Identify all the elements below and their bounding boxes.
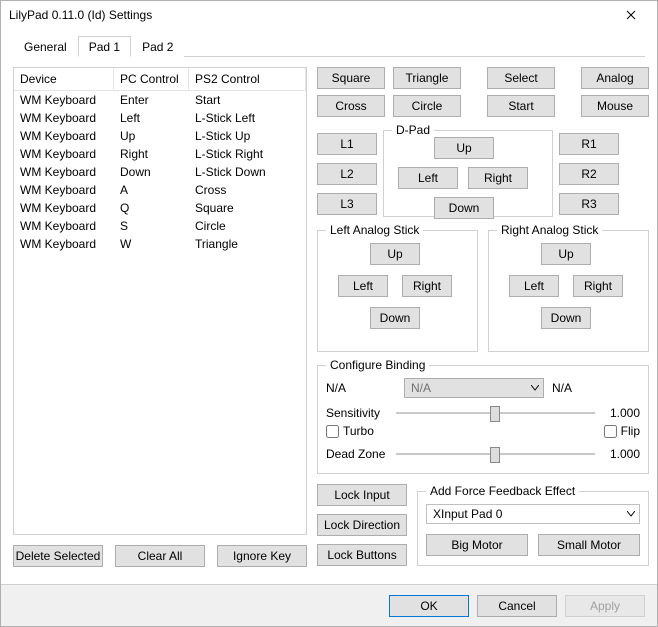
l3-button[interactable]: L3 <box>317 193 377 215</box>
dpad-left-button[interactable]: Left <box>398 167 458 189</box>
triangle-button[interactable]: Triangle <box>393 67 461 89</box>
circle-button[interactable]: Circle <box>393 95 461 117</box>
rstick-left-button[interactable]: Left <box>509 275 559 297</box>
table-row[interactable]: WM KeyboardDownL-Stick Down <box>14 163 306 181</box>
tab-pad2[interactable]: Pad 2 <box>131 36 184 57</box>
apply-button[interactable]: Apply <box>565 595 645 617</box>
ff-device-select[interactable]: XInput Pad 0 <box>426 504 640 524</box>
tab-general[interactable]: General <box>13 36 78 57</box>
binding-select[interactable]: N/A <box>404 378 544 398</box>
lstick-right-button[interactable]: Right <box>402 275 452 297</box>
table-row[interactable]: WM KeyboardWTriangle <box>14 235 306 253</box>
table-row[interactable]: WM KeyboardEnterStart <box>14 91 306 109</box>
table-row[interactable]: WM KeyboardSCircle <box>14 217 306 235</box>
tab-pad1[interactable]: Pad 1 <box>78 36 131 57</box>
turbo-checkbox[interactable]: Turbo <box>326 424 396 438</box>
left-stick-legend: Left Analog Stick <box>326 223 423 237</box>
ff-device-value: XInput Pad 0 <box>433 507 502 521</box>
deadzone-label: Dead Zone <box>326 447 396 461</box>
table-row[interactable]: WM KeyboardQSquare <box>14 199 306 217</box>
chevron-down-icon <box>531 385 539 391</box>
window-title: LilyPad 0.11.0 (Id) Settings <box>9 8 152 22</box>
cancel-button[interactable]: Cancel <box>477 595 557 617</box>
r2-button[interactable]: R2 <box>559 163 619 185</box>
right-stick-group: Right Analog Stick Up Left Right Down <box>488 223 649 352</box>
ignore-key-button[interactable]: Ignore Key <box>217 545 307 567</box>
titlebar: LilyPad 0.11.0 (Id) Settings <box>1 1 657 29</box>
close-button[interactable] <box>611 3 651 27</box>
rstick-right-button[interactable]: Right <box>573 275 623 297</box>
dpad-right-button[interactable]: Right <box>468 167 528 189</box>
table-row[interactable]: WM KeyboardUpL-Stick Up <box>14 127 306 145</box>
chevron-down-icon <box>627 511 635 517</box>
bindings-list[interactable]: Device PC Control PS2 Control WM Keyboar… <box>13 67 307 535</box>
dpad-down-button[interactable]: Down <box>434 197 494 219</box>
ok-button[interactable]: OK <box>389 595 469 617</box>
big-motor-button[interactable]: Big Motor <box>426 534 528 556</box>
dpad-legend: D-Pad <box>392 123 434 137</box>
table-row[interactable]: WM KeyboardLeftL-Stick Left <box>14 109 306 127</box>
cross-button[interactable]: Cross <box>317 95 385 117</box>
lock-input-button[interactable]: Lock Input <box>317 484 407 506</box>
col-ps2[interactable]: PS2 Control <box>189 68 306 90</box>
small-motor-button[interactable]: Small Motor <box>538 534 640 556</box>
col-pc[interactable]: PC Control <box>114 68 189 90</box>
tab-bar: General Pad 1 Pad 2 <box>13 35 645 57</box>
table-row[interactable]: WM KeyboardRightL-Stick Right <box>14 145 306 163</box>
lock-buttons-button[interactable]: Lock Buttons <box>317 544 407 566</box>
ff-legend: Add Force Feedback Effect <box>426 484 579 498</box>
left-stick-group: Left Analog Stick Up Left Right Down <box>317 223 478 352</box>
binding-na-label: N/A <box>326 381 396 395</box>
content-area: General Pad 1 Pad 2 Device PC Control PS… <box>1 29 657 617</box>
settings-window: LilyPad 0.11.0 (Id) Settings General Pad… <box>0 0 658 627</box>
binding-select-value: N/A <box>411 381 431 395</box>
col-device[interactable]: Device <box>14 68 114 90</box>
table-row[interactable]: WM KeyboardACross <box>14 181 306 199</box>
l2-button[interactable]: L2 <box>317 163 377 185</box>
r3-button[interactable]: R3 <box>559 193 619 215</box>
list-header: Device PC Control PS2 Control <box>14 68 306 91</box>
sensitivity-label: Sensitivity <box>326 406 396 420</box>
rstick-down-button[interactable]: Down <box>541 307 591 329</box>
lock-direction-button[interactable]: Lock Direction <box>317 514 407 536</box>
lstick-down-button[interactable]: Down <box>370 307 420 329</box>
right-stick-legend: Right Analog Stick <box>497 223 602 237</box>
configure-legend: Configure Binding <box>326 358 429 372</box>
flip-checkbox[interactable]: Flip <box>604 424 640 438</box>
deadzone-slider[interactable] <box>396 445 595 463</box>
lstick-up-button[interactable]: Up <box>370 243 420 265</box>
l1-button[interactable]: L1 <box>317 133 377 155</box>
deadzone-value: 1.000 <box>595 447 640 461</box>
list-body: WM KeyboardEnterStartWM KeyboardLeftL-St… <box>14 91 306 253</box>
analog-button[interactable]: Analog <box>581 67 649 89</box>
lstick-left-button[interactable]: Left <box>338 275 388 297</box>
clear-all-button[interactable]: Clear All <box>115 545 205 567</box>
r1-button[interactable]: R1 <box>559 133 619 155</box>
square-button[interactable]: Square <box>317 67 385 89</box>
close-icon <box>626 10 636 20</box>
dialog-buttons: OK Cancel Apply <box>1 584 657 626</box>
binding-na-right: N/A <box>552 381 572 395</box>
mouse-button[interactable]: Mouse <box>581 95 649 117</box>
configure-binding-group: Configure Binding N/A N/A N/A Sensitivit… <box>317 358 649 474</box>
dpad-group: D-Pad Up Left Right Down <box>383 123 553 217</box>
sensitivity-value: 1.000 <box>595 406 640 420</box>
rstick-up-button[interactable]: Up <box>541 243 591 265</box>
sensitivity-slider[interactable] <box>396 404 595 422</box>
delete-selected-button[interactable]: Delete Selected <box>13 545 103 567</box>
select-button[interactable]: Select <box>487 67 555 89</box>
force-feedback-group: Add Force Feedback Effect XInput Pad 0 B… <box>417 484 649 566</box>
dpad-up-button[interactable]: Up <box>434 137 494 159</box>
start-button[interactable]: Start <box>487 95 555 117</box>
